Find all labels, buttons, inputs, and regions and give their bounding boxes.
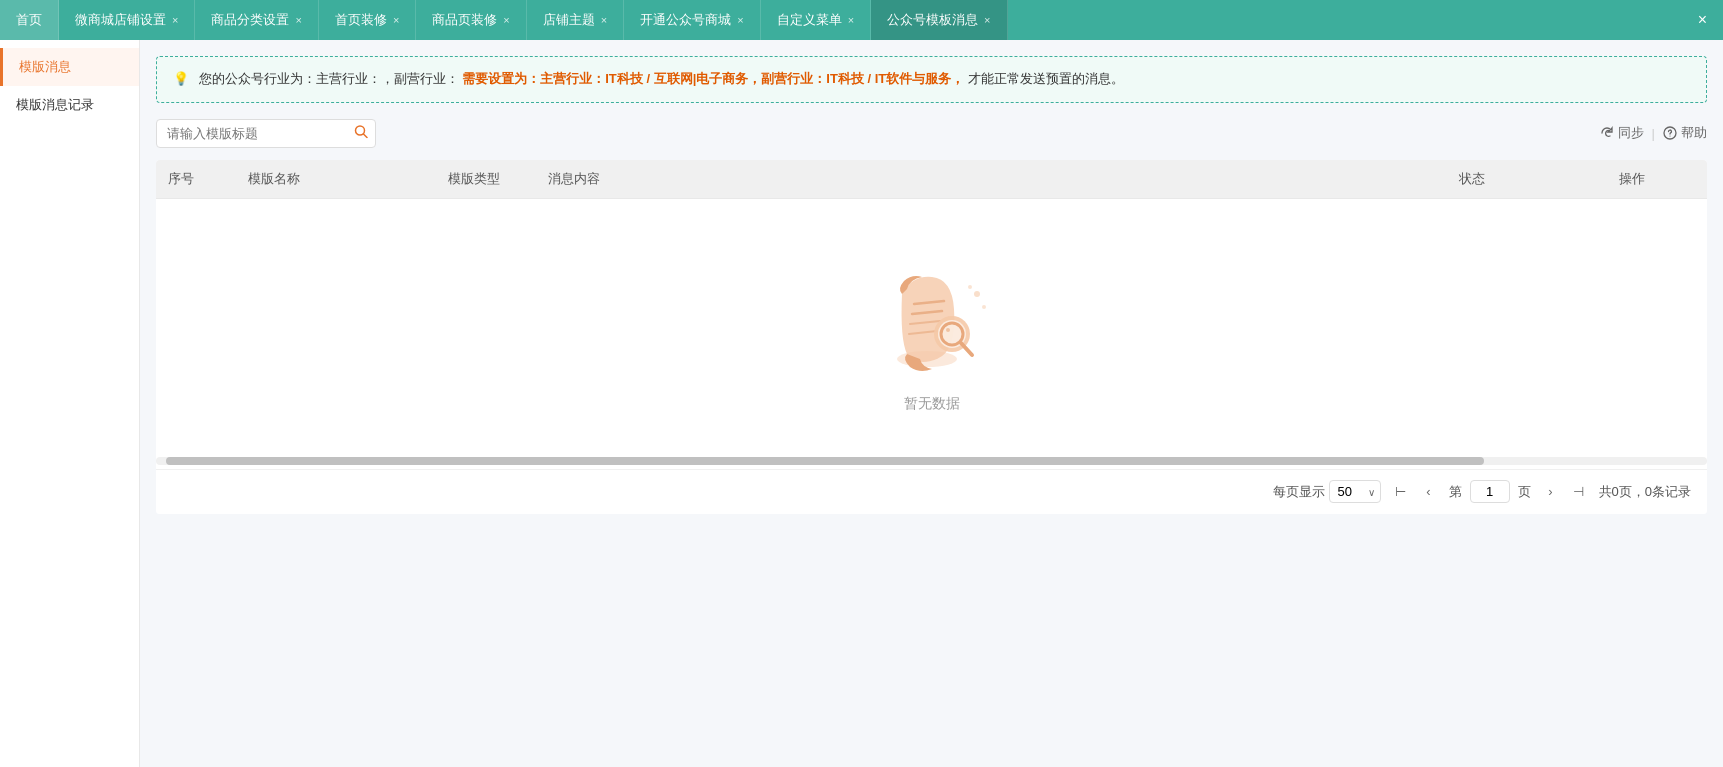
page-size-dropdown[interactable]: 50 20 100 bbox=[1329, 480, 1381, 503]
svg-point-14 bbox=[982, 305, 986, 309]
table-header-row: 序号 模版名称 模版类型 消息内容 状态 bbox=[156, 160, 1707, 199]
top-nav: 首页 微商城店铺设置 × 商品分类设置 × 首页装修 × 商品页装修 × 店铺主… bbox=[0, 0, 1723, 40]
close-icon[interactable]: × bbox=[737, 14, 743, 26]
svg-point-13 bbox=[974, 291, 980, 297]
prev-page-button[interactable]: ‹ bbox=[1417, 480, 1441, 504]
svg-line-1 bbox=[364, 134, 368, 138]
nav-home[interactable]: 首页 bbox=[0, 0, 59, 40]
nav-wshop-setting[interactable]: 微商城店铺设置 × bbox=[59, 0, 195, 40]
close-icon[interactable]: × bbox=[503, 14, 509, 26]
empty-state: 暂无数据 bbox=[156, 199, 1707, 453]
bulb-icon: 💡 bbox=[173, 71, 189, 86]
close-all-button[interactable]: × bbox=[1682, 0, 1723, 40]
nav-open-mall[interactable]: 开通公众号商城 × bbox=[624, 0, 760, 40]
nav-shop-theme[interactable]: 店铺主题 × bbox=[527, 0, 624, 40]
search-bar: 同步 | 帮助 bbox=[156, 119, 1707, 148]
search-input-wrap bbox=[156, 119, 376, 148]
col-content: 消息内容 bbox=[536, 160, 1447, 199]
col-status: 状态 bbox=[1447, 160, 1607, 199]
page-navigation: ⊢ ‹ 第 页 › ⊣ bbox=[1389, 480, 1591, 504]
data-table: 序号 模版名称 模版类型 消息内容 状态 bbox=[156, 160, 1707, 453]
close-icon[interactable]: × bbox=[295, 14, 301, 26]
close-icon[interactable]: × bbox=[393, 14, 399, 26]
pagination: 每页显示 50 20 100 ⊢ ‹ 第 页 › bbox=[156, 469, 1707, 514]
page-number-input[interactable] bbox=[1470, 480, 1510, 503]
table-empty-row: 暂无数据 bbox=[156, 198, 1707, 453]
page-size-select: 每页显示 50 20 100 bbox=[1273, 480, 1381, 503]
close-icon[interactable]: × bbox=[848, 14, 854, 26]
next-page-button[interactable]: › bbox=[1539, 480, 1563, 504]
sidebar-item-template-msg[interactable]: 模版消息 bbox=[0, 48, 139, 86]
col-type: 模版类型 bbox=[436, 160, 536, 199]
col-index: 序号 bbox=[156, 160, 236, 199]
close-icon[interactable]: × bbox=[172, 14, 178, 26]
nav-category-setting[interactable]: 商品分类设置 × bbox=[195, 0, 318, 40]
svg-point-3 bbox=[1669, 136, 1670, 137]
nav-home-decor[interactable]: 首页装修 × bbox=[319, 0, 416, 40]
search-button[interactable] bbox=[354, 125, 368, 142]
svg-point-16 bbox=[946, 328, 950, 332]
sidebar: 模版消息 模版消息记录 bbox=[0, 40, 140, 767]
svg-point-15 bbox=[968, 285, 972, 289]
first-page-button[interactable]: ⊢ bbox=[1389, 480, 1413, 504]
search-left bbox=[156, 119, 376, 148]
page-size-wrapper: 50 20 100 bbox=[1329, 480, 1381, 503]
empty-text: 暂无数据 bbox=[904, 395, 960, 413]
sidebar-item-template-msg-record[interactable]: 模版消息记录 bbox=[0, 86, 139, 124]
scroll-thumb[interactable] bbox=[166, 457, 1484, 465]
close-icon[interactable]: × bbox=[984, 14, 990, 26]
search-input[interactable] bbox=[156, 119, 376, 148]
main-layout: 模版消息 模版消息记录 💡 您的公众号行业为：主营行业：，副营行业： 需要设置为… bbox=[0, 40, 1723, 767]
svg-line-12 bbox=[961, 343, 972, 355]
content-area: 💡 您的公众号行业为：主营行业：，副营行业： 需要设置为：主营行业：IT科技 /… bbox=[140, 40, 1723, 767]
search-right: 同步 | 帮助 bbox=[1600, 124, 1707, 142]
notice-banner: 💡 您的公众号行业为：主营行业：，副营行业： 需要设置为：主营行业：IT科技 /… bbox=[156, 56, 1707, 103]
close-icon[interactable]: × bbox=[601, 14, 607, 26]
col-name: 模版名称 bbox=[236, 160, 436, 199]
nav-product-decor[interactable]: 商品页装修 × bbox=[416, 0, 526, 40]
last-page-button[interactable]: ⊣ bbox=[1567, 480, 1591, 504]
help-button[interactable]: 帮助 bbox=[1663, 124, 1707, 142]
horizontal-scrollbar[interactable] bbox=[156, 457, 1707, 465]
nav-custom-menu[interactable]: 自定义菜单 × bbox=[761, 0, 871, 40]
empty-illustration bbox=[872, 259, 992, 379]
nav-template-msg[interactable]: 公众号模板消息 × bbox=[871, 0, 1007, 40]
divider: | bbox=[1652, 126, 1655, 141]
sync-button[interactable]: 同步 bbox=[1600, 124, 1644, 142]
page-total-info: 共0页，0条记录 bbox=[1599, 483, 1691, 501]
data-table-wrap: 序号 模版名称 模版类型 消息内容 状态 bbox=[156, 160, 1707, 514]
col-action: 操作 bbox=[1607, 160, 1707, 199]
